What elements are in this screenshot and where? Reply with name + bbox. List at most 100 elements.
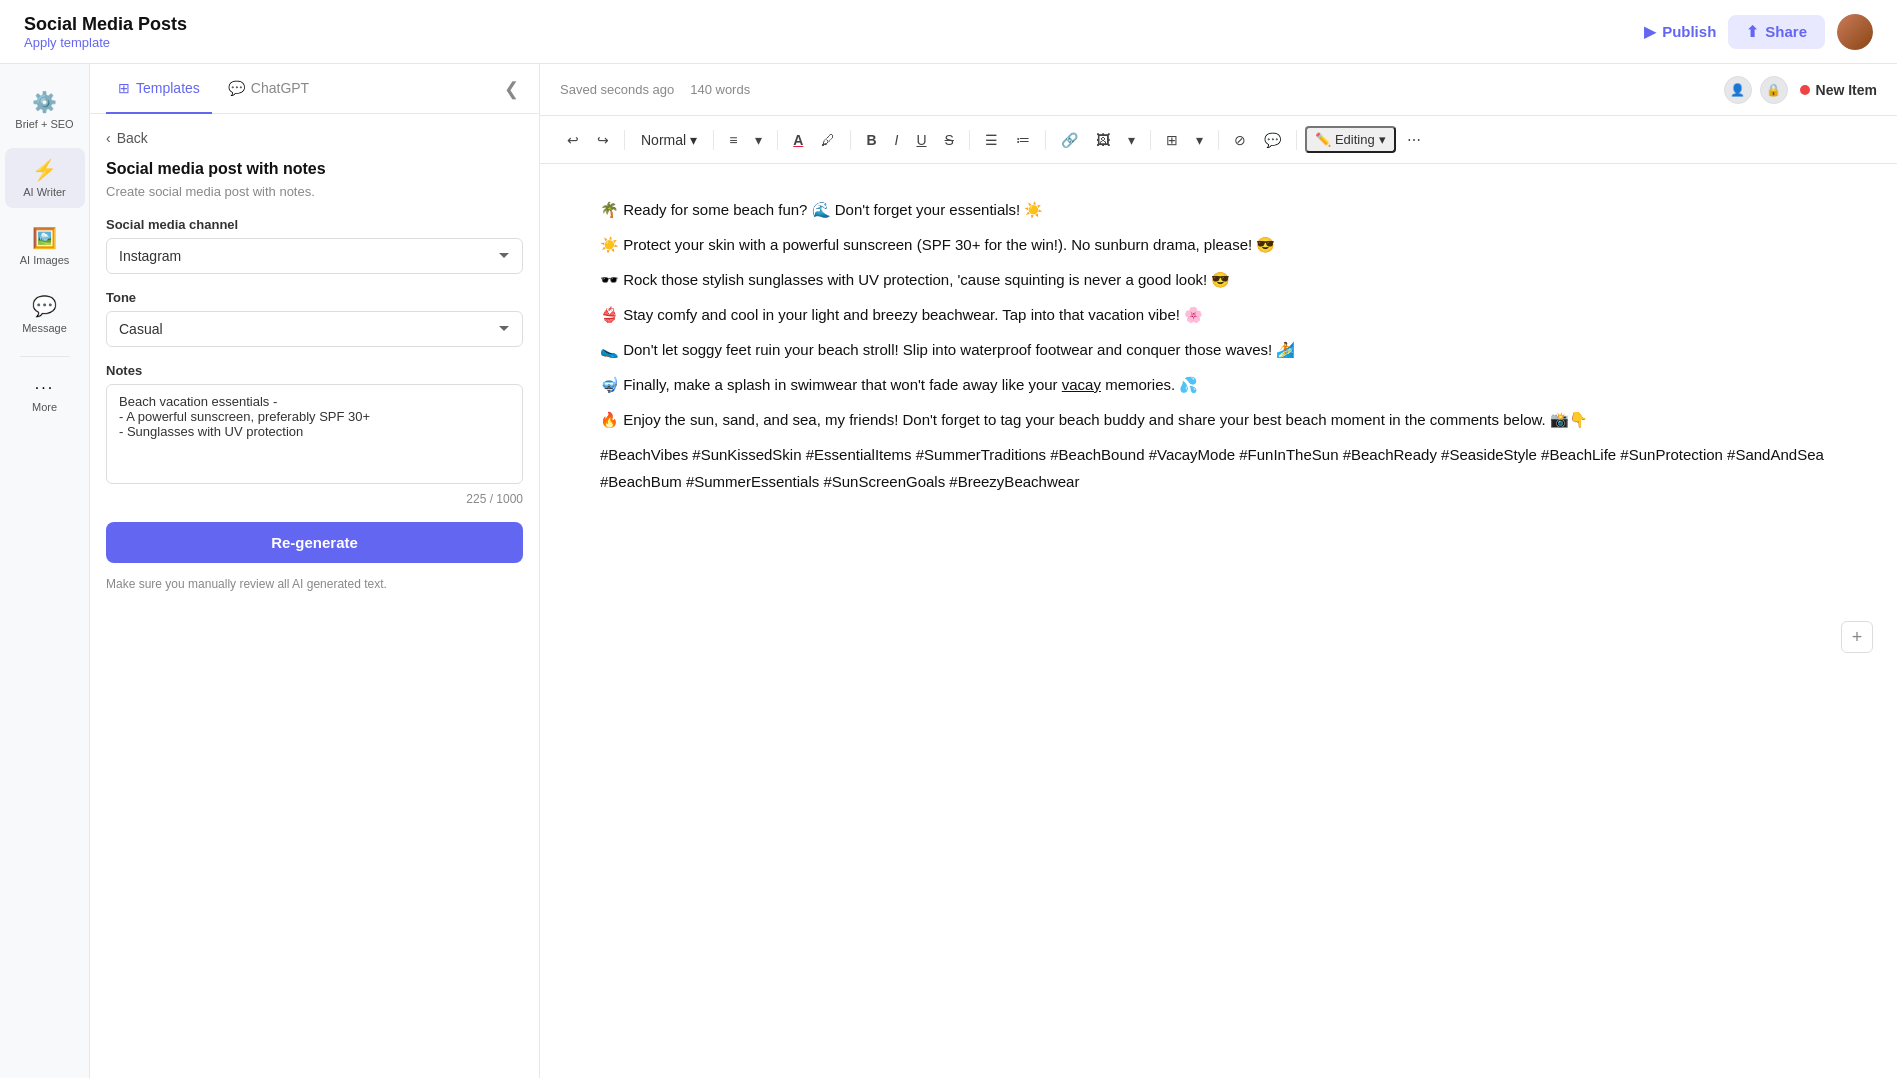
notes-group: Notes Beach vacation essentials - - A po… — [106, 363, 523, 506]
left-sidebar: ⚙️ Brief + SEO ⚡ AI Writer 🖼️ AI Images … — [0, 64, 90, 1078]
tone-label: Tone — [106, 290, 523, 305]
tab-templates[interactable]: ⊞ Templates — [106, 64, 212, 114]
header-right: ▶ Publish ⬆ Share — [1644, 14, 1873, 50]
underline-button[interactable]: U — [909, 127, 933, 153]
style-select[interactable]: Normal ▾ — [633, 128, 705, 152]
table-button[interactable]: ⊞ — [1159, 127, 1185, 153]
pencil-icon: ✏️ — [1315, 132, 1331, 147]
toolbar-sep-4 — [850, 130, 851, 150]
editor-toolbar: ↩ ↪ Normal ▾ ≡ ▾ A 🖊 B I U S ☰ ≔ 🔗 🖼 ▾ — [540, 116, 1897, 164]
back-link[interactable]: ‹ Back — [106, 130, 523, 146]
more-icon: ··· — [35, 379, 54, 397]
bold-button[interactable]: B — [859, 127, 883, 153]
editor-area: Saved seconds ago 140 words 👤 🔒 New Item… — [540, 64, 1897, 1078]
word-count: 140 words — [690, 82, 750, 97]
top-header: Social Media Posts Apply template ▶ Publ… — [0, 0, 1897, 64]
undo-button[interactable]: ↩ — [560, 127, 586, 153]
chatgpt-tab-icon: 💬 — [228, 80, 245, 96]
toolbar-sep-3 — [777, 130, 778, 150]
tone-select[interactable]: Casual Formal Friendly Professional — [106, 311, 523, 347]
new-item-dot — [1800, 85, 1810, 95]
user-avatar-1: 👤 — [1724, 76, 1752, 104]
publish-icon: ▶ — [1644, 23, 1656, 41]
italic-button[interactable]: I — [888, 127, 906, 153]
editor-topbar: Saved seconds ago 140 words 👤 🔒 New Item — [540, 64, 1897, 116]
share-icon: ⬆ — [1746, 23, 1759, 41]
panel-body: ‹ Back Social media post with notes Crea… — [90, 114, 539, 1078]
tab-chatgpt[interactable]: 💬 ChatGPT — [216, 64, 321, 114]
social-channel-select[interactable]: Instagram Facebook Twitter LinkedIn TikT… — [106, 238, 523, 274]
content-line-6: 🤿 Finally, make a splash in swimwear tha… — [600, 371, 1837, 398]
char-count: 225 / 1000 — [106, 492, 523, 506]
sidebar-item-brief-seo[interactable]: ⚙️ Brief + SEO — [5, 80, 85, 140]
comment-button[interactable]: 💬 — [1257, 127, 1288, 153]
add-block-button[interactable]: + — [1841, 621, 1873, 653]
sidebar-item-ai-images[interactable]: 🖼️ AI Images — [5, 216, 85, 276]
content-line-1: 🌴 Ready for some beach fun? 🌊 Don't forg… — [600, 196, 1837, 223]
message-icon: 💬 — [32, 294, 57, 318]
toolbar-sep-2 — [713, 130, 714, 150]
ai-disclaimer: Make sure you manually review all AI gen… — [106, 575, 523, 593]
panel-tabs: ⊞ Templates 💬 ChatGPT ❮ — [90, 64, 539, 114]
social-channel-label: Social media channel — [106, 217, 523, 232]
share-button[interactable]: ⬆ Share — [1728, 15, 1825, 49]
brief-seo-icon: ⚙️ — [32, 90, 57, 114]
avatar[interactable] — [1837, 14, 1873, 50]
publish-button[interactable]: ▶ Publish — [1644, 23, 1716, 41]
image-chevron[interactable]: ▾ — [1121, 127, 1142, 153]
panel-collapse-button[interactable]: ❮ — [500, 74, 523, 104]
align-left-button[interactable]: ≡ — [722, 127, 744, 153]
content-line-4: 👙 Stay comfy and cool in your light and … — [600, 301, 1837, 328]
saved-status: Saved seconds ago — [560, 82, 674, 97]
tone-group: Tone Casual Formal Friendly Professional — [106, 290, 523, 347]
strikethrough-button[interactable]: S — [938, 127, 961, 153]
social-channel-group: Social media channel Instagram Facebook … — [106, 217, 523, 274]
sidebar-item-message[interactable]: 💬 Message — [5, 284, 85, 344]
back-icon: ‹ — [106, 130, 111, 146]
sidebar-divider — [20, 356, 70, 357]
link-button[interactable]: 🔗 — [1054, 127, 1085, 153]
apply-template-link[interactable]: Apply template — [24, 35, 187, 50]
table-chevron[interactable]: ▾ — [1189, 127, 1210, 153]
sidebar-item-more[interactable]: ··· More — [5, 369, 85, 423]
toolbar-sep-6 — [1045, 130, 1046, 150]
content-line-2: ☀️ Protect your skin with a powerful sun… — [600, 231, 1837, 258]
align-chevron-button[interactable]: ▾ — [748, 127, 769, 153]
toolbar-sep-7 — [1150, 130, 1151, 150]
content-line-3: 🕶️ Rock those stylish sunglasses with UV… — [600, 266, 1837, 293]
vacay-underline: vacay — [1062, 376, 1101, 393]
text-color-button[interactable]: A — [786, 127, 810, 153]
sidebar-item-ai-writer[interactable]: ⚡ AI Writer — [5, 148, 85, 208]
redo-button[interactable]: ↪ — [590, 127, 616, 153]
header-left: Social Media Posts Apply template — [24, 14, 187, 50]
image-button[interactable]: 🖼 — [1089, 127, 1117, 153]
ai-images-icon: 🖼️ — [32, 226, 57, 250]
toolbar-sep-1 — [624, 130, 625, 150]
numbered-list-button[interactable]: ≔ — [1009, 127, 1037, 153]
main-layout: ⚙️ Brief + SEO ⚡ AI Writer 🖼️ AI Images … — [0, 64, 1897, 1078]
toolbar-sep-9 — [1296, 130, 1297, 150]
new-item-button[interactable]: New Item — [1800, 82, 1877, 98]
panel: ⊞ Templates 💬 ChatGPT ❮ ‹ Back Social me… — [90, 64, 540, 1078]
bullet-list-button[interactable]: ☰ — [978, 127, 1005, 153]
hashtags: #BeachVibes #SunKissedSkin #EssentialIte… — [600, 441, 1837, 495]
ai-writer-icon: ⚡ — [32, 158, 57, 182]
content-line-7: 🔥 Enjoy the sun, sand, and sea, my frien… — [600, 406, 1837, 433]
templates-tab-icon: ⊞ — [118, 80, 130, 96]
user-avatar-2: 🔒 — [1760, 76, 1788, 104]
regenerate-button[interactable]: Re-generate — [106, 522, 523, 563]
editor-content[interactable]: 🌴 Ready for some beach fun? 🌊 Don't forg… — [540, 164, 1897, 1078]
notes-textarea[interactable]: Beach vacation essentials - - A powerful… — [106, 384, 523, 484]
highlight-button[interactable]: 🖊 — [814, 127, 842, 153]
more-options-button[interactable]: ⋯ — [1400, 127, 1428, 153]
editor-meta: Saved seconds ago 140 words — [560, 82, 750, 97]
editor-users: 👤 🔒 — [1724, 76, 1788, 104]
page-title: Social Media Posts — [24, 14, 187, 35]
toolbar-sep-8 — [1218, 130, 1219, 150]
toolbar-sep-5 — [969, 130, 970, 150]
form-title: Social media post with notes — [106, 160, 523, 178]
style-chevron-icon: ▾ — [690, 132, 697, 148]
clear-format-button[interactable]: ⊘ — [1227, 127, 1253, 153]
editing-mode-button[interactable]: ✏️ Editing ▾ — [1305, 126, 1396, 153]
form-subtitle: Create social media post with notes. — [106, 184, 523, 199]
